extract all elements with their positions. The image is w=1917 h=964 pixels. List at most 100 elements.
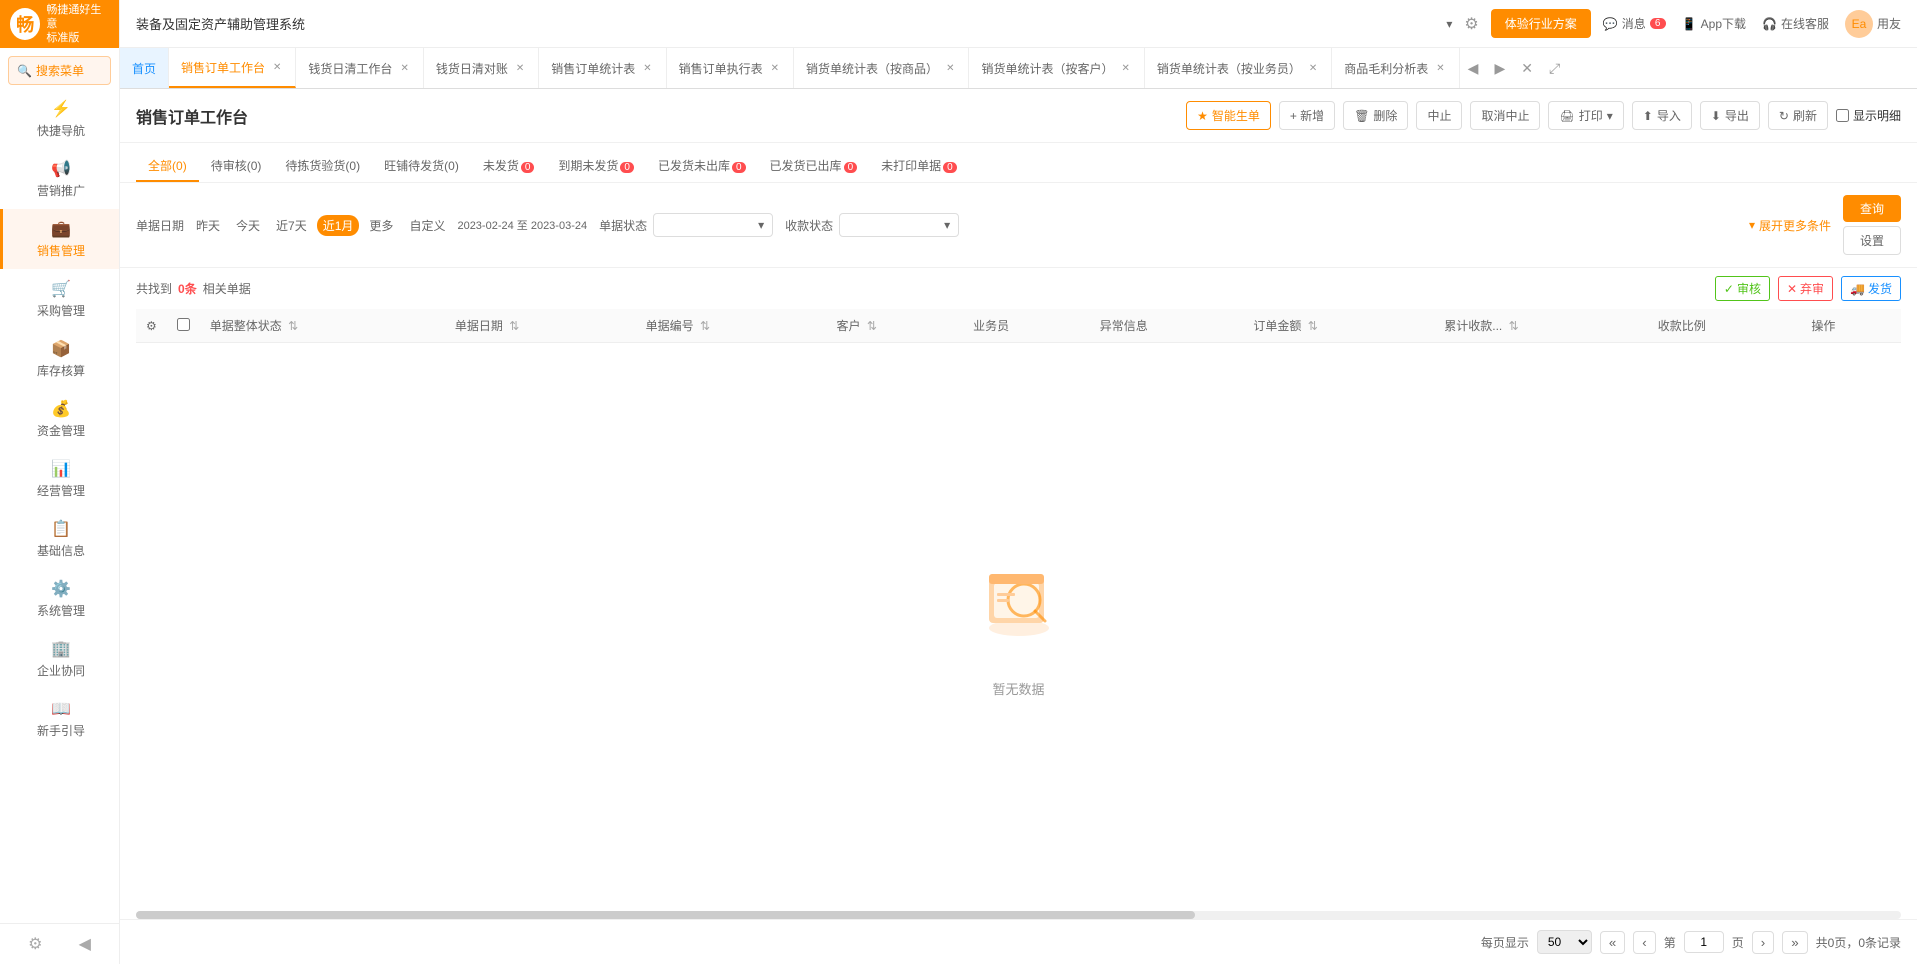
sidebar-item-marketing[interactable]: 📢 营销推广 (0, 149, 119, 209)
tab-sales-workbench[interactable]: 销售订单工作台 ✕ (169, 48, 296, 88)
tab-home[interactable]: 首页 (120, 48, 169, 88)
last-page-btn[interactable]: » (1782, 931, 1807, 954)
page-actions: ★ 智能生单 + 新增 🗑 删除 中止 取消中止 🖨 打印 ▾ (1186, 101, 1901, 130)
tab-sales-exec-close[interactable]: ✕ (769, 61, 781, 76)
prev-page-btn[interactable]: ‹ (1633, 931, 1655, 954)
export-btn[interactable]: ⬇ 导出 (1700, 101, 1760, 130)
col-checkbox[interactable] (167, 309, 200, 343)
subtab-shipped-not-out[interactable]: 已发货未出库0 (646, 151, 758, 182)
suspend-btn[interactable]: 中止 (1416, 101, 1462, 130)
first-page-btn[interactable]: « (1600, 931, 1625, 954)
date-opt-7days[interactable]: 近7天 (270, 215, 313, 236)
sidebar-item-operation[interactable]: 📊 经营管理 (0, 449, 119, 509)
app-download-btn[interactable]: 📱 App下载 (1682, 15, 1746, 32)
sidebar-item-guide[interactable]: 📖 新手引导 (0, 689, 119, 749)
tab-cash-clear-close[interactable]: ✕ (398, 61, 410, 76)
next-page-btn[interactable]: › (1752, 931, 1774, 954)
collected-sort-icon[interactable]: ⇅ (1509, 319, 1519, 333)
tab-summary-customer-close[interactable]: ✕ (1119, 61, 1131, 76)
tab-sales-summary-staff[interactable]: 销货单统计表（按业务员） ✕ (1145, 48, 1332, 88)
tab-nav-next[interactable]: ▶ (1486, 48, 1513, 88)
subtab-not-shipped[interactable]: 未发货0 (471, 151, 547, 182)
show-detail-input[interactable] (1836, 109, 1849, 122)
date-opt-more[interactable]: 更多 (363, 215, 399, 236)
subtab-overdue-not-shipped[interactable]: 到期未发货0 (546, 151, 646, 182)
subtab-all[interactable]: 全部(0) (136, 151, 199, 182)
expand-conditions-btn[interactable]: ▾ 展开更多条件 (1749, 217, 1831, 234)
tab-sales-summary-customer[interactable]: 销货单统计表（按客户） ✕ (969, 48, 1144, 88)
topbar-setting-icon[interactable]: ⚙ (1464, 14, 1478, 34)
tab-sales-stats[interactable]: 销售订单统计表 ✕ (539, 48, 666, 88)
batch-ship-btn[interactable]: 🚚 发货 (1841, 276, 1901, 301)
settings-bottom-icon[interactable]: ⚙ (28, 934, 42, 954)
cancel-suspend-btn[interactable]: 取消中止 (1470, 101, 1540, 130)
subtab-pending-audit[interactable]: 待审核(0) (199, 151, 274, 182)
subtab-wang-pending[interactable]: 旺铺待发货(0) (372, 151, 471, 182)
tab-cash-reconcile-close[interactable]: ✕ (514, 61, 526, 76)
sidebar-item-enterprise[interactable]: 🏢 企业协同 (0, 629, 119, 689)
delete-btn[interactable]: 🗑 删除 (1343, 101, 1408, 130)
date-sort-icon[interactable]: ⇅ (509, 319, 519, 333)
sidebar-item-quick[interactable]: ⚡ 快捷导航 (0, 89, 119, 149)
number-sort-icon[interactable]: ⇅ (700, 319, 710, 333)
tab-sales-exec[interactable]: 销售订单执行表 ✕ (667, 48, 794, 88)
message-btn[interactable]: 💬 消息 6 (1603, 15, 1666, 32)
date-opt-custom[interactable]: 自定义 (403, 215, 451, 236)
sidebar-item-system[interactable]: ⚙️ 系统管理 (0, 569, 119, 629)
amount-sort-icon[interactable]: ⇅ (1308, 319, 1318, 333)
current-page-input[interactable] (1684, 931, 1724, 953)
user-btn[interactable]: Ea 用友 (1845, 10, 1901, 38)
subtab-shipped-out[interactable]: 已发货已出库0 (758, 151, 870, 182)
delete-icon: 🗑 (1354, 109, 1369, 123)
tab-cash-reconcile[interactable]: 钱货日清对账 ✕ (424, 48, 539, 88)
tab-gross-profit[interactable]: 商品毛利分析表 ✕ (1332, 48, 1459, 88)
set-btn[interactable]: 设置 (1843, 226, 1901, 255)
customer-sort-icon[interactable]: ⇅ (867, 319, 877, 333)
subtab-not-printed[interactable]: 未打印单据0 (869, 151, 969, 182)
query-btn[interactable]: 查询 (1843, 195, 1901, 222)
tab-nav-prev[interactable]: ◀ (1460, 48, 1487, 88)
search-menu-button[interactable]: 🔍 搜索菜单 (8, 56, 111, 85)
horizontal-scrollbar[interactable] (136, 911, 1901, 919)
tab-summary-product-close[interactable]: ✕ (944, 61, 956, 76)
collapse-icon[interactable]: ◀ (79, 934, 91, 954)
date-opt-1month[interactable]: 近1月 (317, 215, 360, 236)
subtab-pending-inspect[interactable]: 待拣货验货(0) (273, 151, 372, 182)
tab-summary-staff-close[interactable]: ✕ (1307, 61, 1319, 76)
tab-sales-summary-product[interactable]: 销货单统计表（按商品） ✕ (794, 48, 969, 88)
col-settings[interactable]: ⚙ (136, 309, 167, 343)
add-btn[interactable]: + 新增 (1279, 101, 1335, 130)
refresh-btn[interactable]: ↻ 刷新 (1768, 101, 1828, 130)
industry-btn[interactable]: 体验行业方案 (1491, 9, 1591, 38)
date-opt-yesterday[interactable]: 昨天 (190, 215, 226, 236)
scrollbar-thumb[interactable] (136, 911, 1195, 919)
tab-sales-stats-close[interactable]: ✕ (641, 61, 653, 76)
import-btn[interactable]: ⬆ 导入 (1632, 101, 1692, 130)
tab-maximize[interactable]: ⤢ (1541, 48, 1568, 88)
tab-gross-profit-close[interactable]: ✕ (1434, 61, 1446, 76)
sidebar-item-finance[interactable]: 💰 资金管理 (0, 389, 119, 449)
status-sort-icon[interactable]: ⇅ (288, 319, 298, 333)
tab-sales-workbench-close[interactable]: ✕ (271, 60, 283, 75)
batch-audit-btn[interactable]: ✓ 审核 (1715, 276, 1770, 301)
show-detail-checkbox[interactable]: 显示明细 (1836, 107, 1901, 124)
batch-cancel-audit-btn[interactable]: ✕ 弃审 (1778, 276, 1833, 301)
smart-create-btn[interactable]: ★ 智能生单 (1186, 101, 1271, 130)
select-all-checkbox[interactable] (177, 318, 190, 331)
sidebar-search[interactable]: 🔍 搜索菜单 (0, 48, 119, 89)
date-opt-today[interactable]: 今天 (230, 215, 266, 236)
sidebar-item-sales[interactable]: 💼 销售管理 (0, 209, 119, 269)
payment-select[interactable]: ▾ (839, 213, 959, 237)
col-abnormal: 异常信息 (1090, 309, 1244, 343)
col-settings-icon[interactable]: ⚙ (146, 319, 157, 333)
print-btn[interactable]: 🖨 打印 ▾ (1548, 101, 1623, 130)
sidebar-item-purchase[interactable]: 🛒 采购管理 (0, 269, 119, 329)
topbar-dropdown[interactable]: ▾ (1446, 17, 1452, 31)
tab-close-all[interactable]: ✕ (1513, 48, 1541, 88)
page-size-select[interactable]: 10 20 50 100 (1537, 930, 1592, 954)
tab-cash-clear[interactable]: 钱货日清工作台 ✕ (296, 48, 423, 88)
sidebar-item-inventory[interactable]: 📦 库存核算 (0, 329, 119, 389)
sidebar-item-basic[interactable]: 📋 基础信息 (0, 509, 119, 569)
service-btn[interactable]: 🎧 在线客服 (1762, 15, 1829, 32)
status-select[interactable]: ▾ (653, 213, 773, 237)
